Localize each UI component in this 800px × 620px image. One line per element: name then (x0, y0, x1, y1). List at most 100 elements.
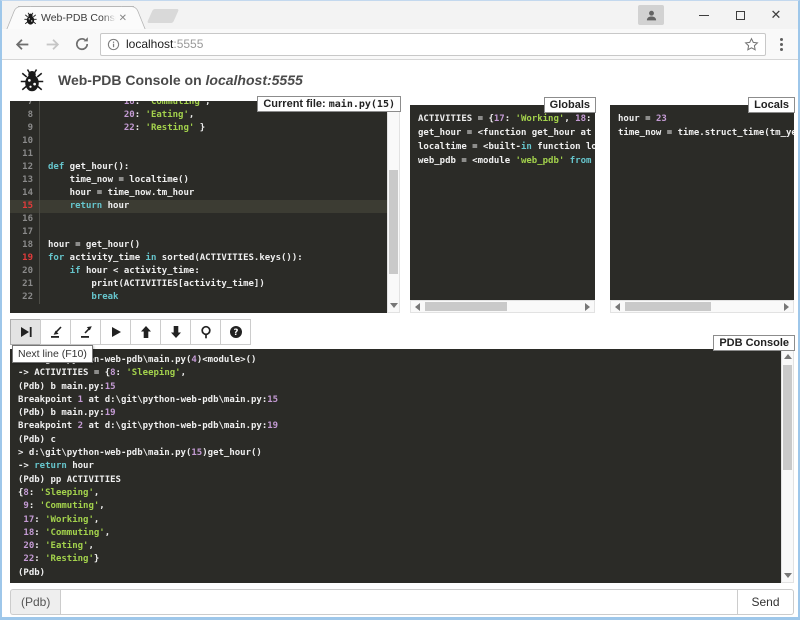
send-button[interactable]: Send (738, 589, 794, 615)
globals-line: localtime = <built-in function loc (418, 140, 587, 154)
console-line: 20: 'Eating', (18, 540, 773, 553)
browser-menu-button[interactable] (772, 38, 790, 51)
bookmark-star-icon[interactable] (744, 37, 759, 52)
browser-navbar: localhost:5555 (2, 29, 798, 60)
stack-up-button[interactable] (130, 319, 161, 345)
console-line: 9: 'Commuting', (18, 500, 773, 513)
tab-close-icon[interactable]: ✕ (116, 12, 130, 25)
profile-button[interactable] (638, 5, 664, 25)
line-number[interactable]: 17 (10, 226, 40, 239)
address-bar[interactable]: localhost:5555 (100, 33, 766, 56)
console-line: Breakpoint 2 at d:\git\python-web-pdb\ma… (18, 420, 773, 433)
editor-line: 12def get_hour(): (10, 161, 387, 174)
console-vertical-scrollbar[interactable] (781, 349, 794, 583)
editor-line: 13 time_now = localtime() (10, 174, 387, 187)
line-number[interactable]: 7 (10, 101, 40, 109)
pdb-console-label: PDB Console (713, 335, 795, 351)
maximize-icon (736, 11, 745, 20)
browser-window: Web-PDB Console on loc ✕ ✕ (0, 0, 800, 620)
editor-line: 17 (10, 226, 387, 239)
next-line-icon (19, 325, 33, 339)
forward-button[interactable] (40, 32, 64, 56)
line-number-breakpoint[interactable]: 15 (10, 200, 40, 213)
scroll-up-arrow[interactable] (784, 354, 792, 359)
editor-line: 10 (10, 135, 387, 148)
minimize-button[interactable] (686, 3, 722, 27)
line-number[interactable]: 22 (10, 291, 40, 304)
tab-favicon-bug-icon (24, 12, 37, 25)
back-button[interactable] (10, 32, 34, 56)
scroll-right-arrow[interactable] (585, 303, 590, 311)
tooltip: Next line (F10) (12, 345, 93, 363)
line-number[interactable]: 10 (10, 135, 40, 148)
line-number[interactable]: 8 (10, 109, 40, 122)
code-text (40, 226, 48, 239)
scrollbar-thumb[interactable] (783, 365, 792, 470)
line-number[interactable]: 11 (10, 148, 40, 161)
code-text (40, 148, 48, 161)
svg-text:?: ? (233, 328, 238, 338)
next-line-button[interactable] (10, 319, 41, 345)
page-title: Web-PDB Console on localhost:5555 (58, 72, 303, 88)
editor-vertical-scrollbar[interactable] (387, 101, 400, 313)
line-number[interactable]: 9 (10, 122, 40, 135)
line-number-breakpoint[interactable]: 19 (10, 252, 40, 265)
return-button[interactable] (70, 319, 101, 345)
scroll-left-arrow[interactable] (615, 303, 620, 311)
help-button[interactable]: ? (220, 319, 251, 345)
new-tab-button[interactable] (147, 9, 179, 23)
line-number[interactable]: 21 (10, 278, 40, 291)
code-text: 18: 'Commuting', (40, 101, 211, 109)
browser-tab[interactable]: Web-PDB Console on loc ✕ (18, 6, 134, 29)
scroll-down-arrow[interactable] (390, 303, 398, 308)
command-input[interactable] (60, 589, 738, 615)
close-button[interactable]: ✕ (758, 3, 794, 27)
line-number[interactable]: 13 (10, 174, 40, 187)
scroll-left-arrow[interactable] (415, 303, 420, 311)
code-text: hour = get_hour() (40, 239, 140, 252)
globals-panel: Globals ACTIVITIES = {17: 'Working', 18:… (410, 105, 595, 313)
line-number[interactable]: 20 (10, 265, 40, 278)
maximize-button[interactable] (722, 3, 758, 27)
locals-line: hour = 23 (618, 112, 786, 126)
scroll-right-arrow[interactable] (784, 303, 789, 311)
code-text: 22: 'Resting' } (40, 122, 205, 135)
globals-horizontal-scrollbar[interactable] (410, 300, 595, 313)
pdb-console-panel: PDB Console > d:\git\python-web-pdb\main… (10, 349, 794, 583)
console-output: > d:\git\python-web-pdb\main.py(4)<modul… (10, 349, 781, 583)
refresh-button[interactable] (70, 32, 94, 56)
editor-line: 19for activity_time in sorted(ACTIVITIES… (10, 252, 387, 265)
scrollbar-thumb[interactable] (389, 170, 398, 274)
scroll-down-arrow[interactable] (784, 573, 792, 578)
info-icon[interactable] (107, 38, 120, 51)
line-number[interactable]: 18 (10, 239, 40, 252)
code-text: hour = time_now.tm_hour (40, 187, 194, 200)
line-number[interactable]: 16 (10, 213, 40, 226)
step-into-icon (49, 325, 63, 339)
locals-label: Locals (748, 97, 795, 113)
locals-panel: Locals hour = 23time_now = time.struct_t… (610, 105, 794, 313)
globals-label: Globals (544, 97, 596, 113)
code-editor: 7 18: 'Commuting',8 20: 'Eating',9 22: '… (10, 101, 387, 313)
locals-horizontal-scrollbar[interactable] (610, 300, 794, 313)
console-line: > d:\git\python-web-pdb\main.py(4)<modul… (18, 354, 773, 367)
scrollbar-thumb[interactable] (425, 302, 507, 311)
continue-button[interactable] (100, 319, 131, 345)
scrollbar-thumb[interactable] (625, 302, 711, 311)
continue-icon (109, 325, 123, 339)
code-text (40, 135, 48, 148)
console-line: 17: 'Working', (18, 514, 773, 527)
globals-line: web_pdb = <module 'web_pdb' from ' (418, 154, 587, 168)
line-number[interactable]: 12 (10, 161, 40, 174)
globals-content: ACTIVITIES = {17: 'Working', 18: 'get_ho… (410, 105, 595, 300)
editor-line: 22 break (10, 291, 387, 304)
where-button[interactable] (190, 319, 221, 345)
console-line: (Pdb) b main.py:15 (18, 381, 773, 394)
line-number[interactable]: 14 (10, 187, 40, 200)
step-into-button[interactable] (40, 319, 71, 345)
code-text: print(ACTIVITIES[activity_time]) (40, 278, 265, 291)
location-pin-icon (199, 325, 213, 339)
stack-down-button[interactable] (160, 319, 191, 345)
close-icon: ✕ (771, 7, 782, 23)
code-text: break (40, 291, 118, 304)
